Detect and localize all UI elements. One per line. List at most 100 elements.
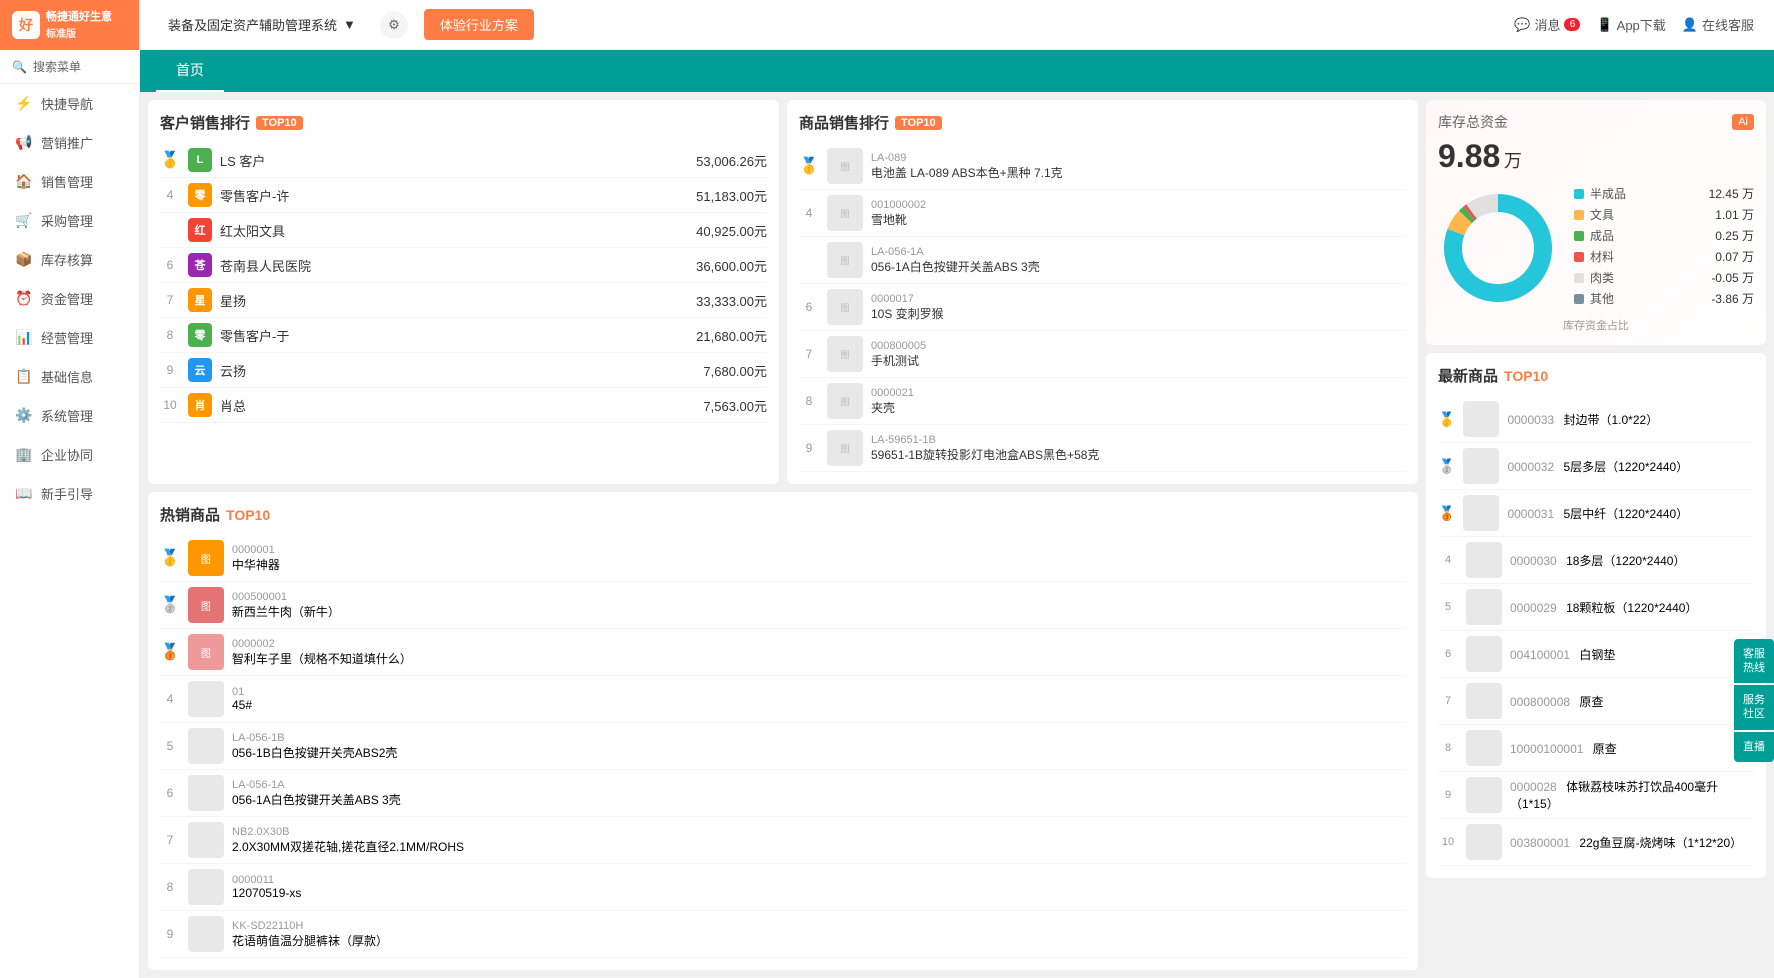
medal-icon: 🥇: [1438, 411, 1455, 428]
legend-color: [1574, 231, 1584, 241]
product-name: 新西兰牛肉（新牛）: [232, 603, 340, 620]
rank-number: 5: [160, 739, 180, 753]
legend-value: 1.01 万: [1715, 206, 1754, 223]
settings-button[interactable]: ⚙: [380, 11, 408, 39]
operation-icon: 📊: [15, 329, 33, 347]
avatar: 红: [188, 218, 212, 242]
rank-number: 9: [160, 363, 180, 377]
sidebar-item-basic[interactable]: 📋 基础信息: [0, 357, 139, 396]
notifications-button[interactable]: 💬 消息 6: [1514, 15, 1580, 34]
sidebar-item-marketing[interactable]: 📢 营销推广: [0, 123, 139, 162]
sidebar-item-operation[interactable]: 📊 经营管理: [0, 318, 139, 357]
sidebar-item-label: 资金管理: [41, 289, 93, 308]
product-info: 0000030 18多层（1220*2440）: [1510, 552, 1754, 569]
trial-button[interactable]: 体验行业方案: [424, 9, 534, 40]
product-name: 5层中纤（1220*2440）: [1564, 507, 1689, 521]
product-name: 10S 变刺罗猴: [871, 305, 1406, 322]
product-code: 000500001: [232, 591, 340, 603]
product-top10-badge: TOP10: [895, 116, 942, 130]
customer-ranking-label: 客户销售排行: [160, 112, 250, 133]
sidebar-item-guide[interactable]: 📖 新手引导: [0, 474, 139, 513]
service-community-button[interactable]: 服务社区: [1734, 685, 1774, 730]
product-name: 夹壳: [871, 399, 1406, 416]
product-name: 雪地靴: [871, 211, 1406, 228]
rank-number: 8: [160, 880, 180, 894]
notification-badge: 6: [1564, 18, 1580, 31]
product-info: 0000011 12070519-xs: [232, 874, 301, 900]
customer-top10-badge: TOP10: [256, 116, 303, 130]
legend-label: 其他: [1590, 290, 1705, 307]
sidebar-item-shortcut[interactable]: ⚡ 快捷导航: [0, 84, 139, 123]
rank-number: 4: [160, 188, 180, 202]
sidebar-item-inventory[interactable]: 📦 库存核算: [0, 240, 139, 279]
center-column: 客户销售排行 TOP10 🥇 L LS 客户 53,006.26元: [148, 100, 1418, 970]
inventory-amount: 9.88: [1438, 138, 1500, 174]
table-row: 9 图 LA-59651-1B 59651-1B旋转投影灯电池盒ABS黑色+58…: [799, 425, 1406, 472]
customer-value: 7,563.00元: [703, 396, 767, 415]
inventory-title: 库存总资金: [1438, 112, 1508, 132]
product-name: 封边带（1.0*22）: [1564, 413, 1659, 427]
product-name: 056-1A白色按键开关盖ABS 3壳: [871, 258, 1406, 275]
list-item: 7 000800008 原查: [1438, 678, 1754, 725]
product-code: LA-089: [871, 152, 1406, 164]
product-thumbnail: [1466, 542, 1502, 578]
table-row: 4 图 001000002 雪地靴: [799, 190, 1406, 237]
product-code: 0000032: [1507, 460, 1554, 474]
hot-products-top10: TOP10: [226, 507, 270, 523]
product-code: 000800008: [1510, 695, 1570, 709]
medal-icon: 🥈: [1438, 458, 1455, 475]
app-download-label: App下载: [1617, 15, 1666, 34]
table-row: 6 苍 苍南县人民医院 36,600.00元: [160, 248, 767, 283]
sidebar-item-system[interactable]: ⚙️ 系统管理: [0, 396, 139, 435]
product-thumbnail: 图: [188, 587, 224, 623]
product-thumbnail: 图: [827, 430, 863, 466]
search-menu[interactable]: 🔍 搜索菜单: [0, 50, 139, 84]
inventory-badge: Ai: [1732, 114, 1754, 130]
medal-icon: 🥇: [160, 150, 180, 170]
search-menu-label: 搜索菜单: [33, 58, 81, 75]
app-download-button[interactable]: 📱 App下载: [1596, 15, 1665, 34]
sidebar-item-enterprise[interactable]: 🏢 企业协同: [0, 435, 139, 474]
new-products-title: 最新商品 TOP10: [1438, 365, 1754, 386]
product-code: KK-SD22110H: [232, 920, 388, 932]
system-selector[interactable]: 装备及固定资产辅助管理系统 ▼: [160, 11, 364, 38]
product-thumbnail: 图: [827, 383, 863, 419]
sidebar-item-label: 企业协同: [41, 445, 93, 464]
sidebar-item-sales[interactable]: 🏠 销售管理: [0, 162, 139, 201]
chevron-down-icon: ▼: [343, 17, 356, 32]
inventory-unit: 万: [1504, 151, 1522, 171]
basic-icon: 📋: [15, 368, 33, 386]
tab-home[interactable]: 首页: [156, 50, 224, 92]
sales-icon: 🏠: [15, 173, 33, 191]
product-code: 000800005: [871, 340, 1406, 352]
sidebar-item-label: 新手引导: [41, 484, 93, 503]
product-name: 白钢垫: [1579, 648, 1615, 662]
float-panel: 客服热线 服务社区 直播: [1734, 639, 1774, 762]
guide-icon: 📖: [15, 485, 33, 503]
rank-number: 9: [160, 927, 180, 941]
customer-name: LS 客户: [220, 151, 688, 170]
product-thumbnail: [188, 681, 224, 717]
customer-name: 星扬: [220, 291, 688, 310]
online-service-button[interactable]: 👤 在线客服: [1682, 15, 1754, 34]
customer-value: 36,600.00元: [696, 256, 767, 275]
table-row: 图 LA-056-1A 056-1A白色按键开关盖ABS 3壳: [799, 237, 1406, 284]
sidebar-item-finance[interactable]: ⏰ 资金管理: [0, 279, 139, 318]
sidebar-item-purchase[interactable]: 🛒 采购管理: [0, 201, 139, 240]
product-info: 0000029 18颗粒板（1220*2440）: [1510, 599, 1754, 616]
legend-label: 半成品: [1590, 185, 1703, 202]
customer-service-button[interactable]: 客服热线: [1734, 639, 1774, 684]
live-broadcast-button[interactable]: 直播: [1734, 732, 1774, 762]
customer-ranking-title: 客户销售排行 TOP10: [160, 112, 767, 133]
notifications-label: 消息: [1534, 15, 1560, 34]
product-name: 原查: [1579, 695, 1603, 709]
inventory-card: 库存总资金 Ai 9.88 万: [1426, 100, 1766, 345]
new-products-card: 最新商品 TOP10 🥇 0000033 封边带（1.0*22）: [1426, 353, 1766, 878]
list-item: 🥇 图 0000001 中华神器: [160, 535, 1406, 582]
legend-value: 12.45 万: [1709, 185, 1754, 202]
rank-number: 9: [1438, 789, 1458, 801]
avatar: 零: [188, 323, 212, 347]
product-code: 0000002: [232, 638, 412, 650]
phone-icon: 📱: [1596, 17, 1612, 33]
product-name: 22g鱼豆腐-烧烤味（1*12*20）: [1579, 836, 1742, 850]
